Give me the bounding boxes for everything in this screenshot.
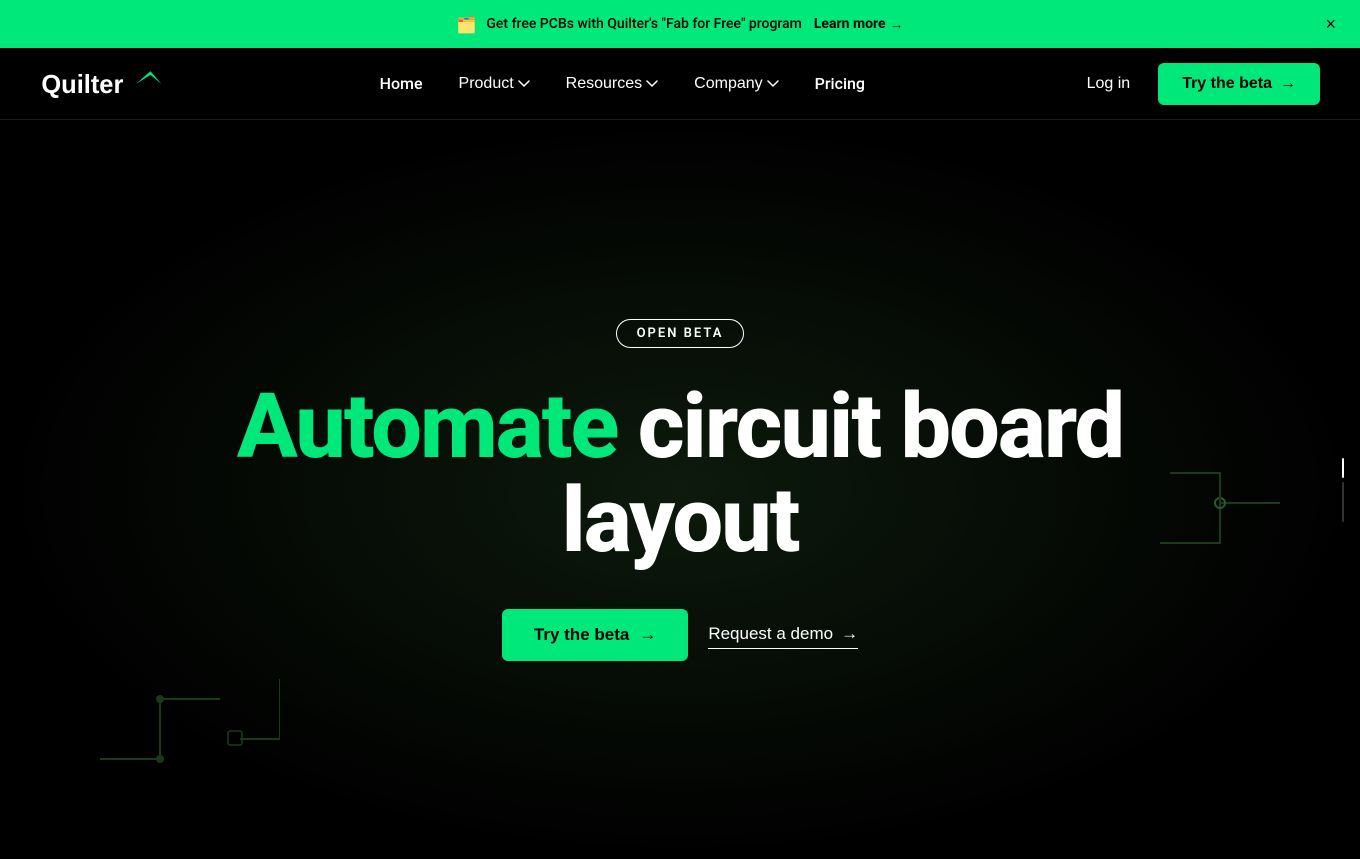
nav-right: Log in Try the beta → xyxy=(1075,63,1320,105)
announcement-banner: 🗂️ Get free PCBs with Quilter's "Fab for… xyxy=(0,0,1360,48)
hero-buttons: Try the beta → Request a demo → xyxy=(502,609,858,661)
nav-home-link[interactable]: Home xyxy=(366,66,437,101)
try-beta-nav-button[interactable]: Try the beta → xyxy=(1158,63,1320,105)
login-button[interactable]: Log in xyxy=(1075,67,1143,101)
circuit-decoration-left xyxy=(80,659,280,779)
hero-section: OPEN BETA Automate circuit board layout … xyxy=(0,120,1360,859)
scroll-line-active xyxy=(1342,458,1344,478)
banner-text: Get free PCBs with Quilter's "Fab for Fr… xyxy=(486,16,801,32)
try-beta-hero-button[interactable]: Try the beta → xyxy=(502,609,688,661)
arrow-icon: → xyxy=(890,16,904,33)
nav-item-home: Home xyxy=(366,66,437,101)
circuit-decoration-right xyxy=(1140,453,1300,553)
learn-more-link[interactable]: Learn more → xyxy=(814,16,904,33)
hero-heading-white: circuit board layout xyxy=(562,374,1124,574)
logo-link[interactable]: Quilter xyxy=(40,64,170,104)
product-chevron-icon xyxy=(518,80,530,88)
nav-pricing-link[interactable]: Pricing xyxy=(801,66,879,101)
close-banner-button[interactable]: × xyxy=(1321,11,1340,37)
hero-content: OPEN BETA Automate circuit board layout … xyxy=(230,319,1130,661)
hero-heading: Automate circuit board layout xyxy=(230,380,1130,569)
quilter-logo: Quilter xyxy=(40,64,170,104)
hero-heading-green: Automate xyxy=(237,374,617,479)
resources-chevron-icon xyxy=(646,80,658,88)
scroll-indicator xyxy=(1342,458,1344,522)
nav-item-pricing: Pricing xyxy=(801,66,879,101)
nav-resources-button[interactable]: Resources xyxy=(552,67,672,101)
try-beta-hero-arrow-icon: → xyxy=(639,625,656,645)
scroll-line xyxy=(1342,482,1344,522)
banner-icon: 🗂️ xyxy=(456,15,476,34)
try-beta-nav-arrow-icon: → xyxy=(1280,75,1296,93)
nav-links: Home Product Resources Company xyxy=(366,66,879,101)
nav-item-product: Product xyxy=(445,67,544,101)
navbar: Quilter Home Product Resources xyxy=(0,48,1360,120)
company-chevron-icon xyxy=(767,80,779,88)
nav-company-button[interactable]: Company xyxy=(680,67,792,101)
svg-text:Quilter: Quilter xyxy=(41,71,123,99)
open-beta-badge: OPEN BETA xyxy=(616,319,745,348)
nav-item-resources: Resources xyxy=(552,67,672,101)
request-demo-button[interactable]: Request a demo → xyxy=(708,620,858,649)
nav-product-button[interactable]: Product xyxy=(445,67,544,101)
nav-item-company: Company xyxy=(680,67,792,101)
request-demo-arrow-icon: → xyxy=(841,624,858,644)
